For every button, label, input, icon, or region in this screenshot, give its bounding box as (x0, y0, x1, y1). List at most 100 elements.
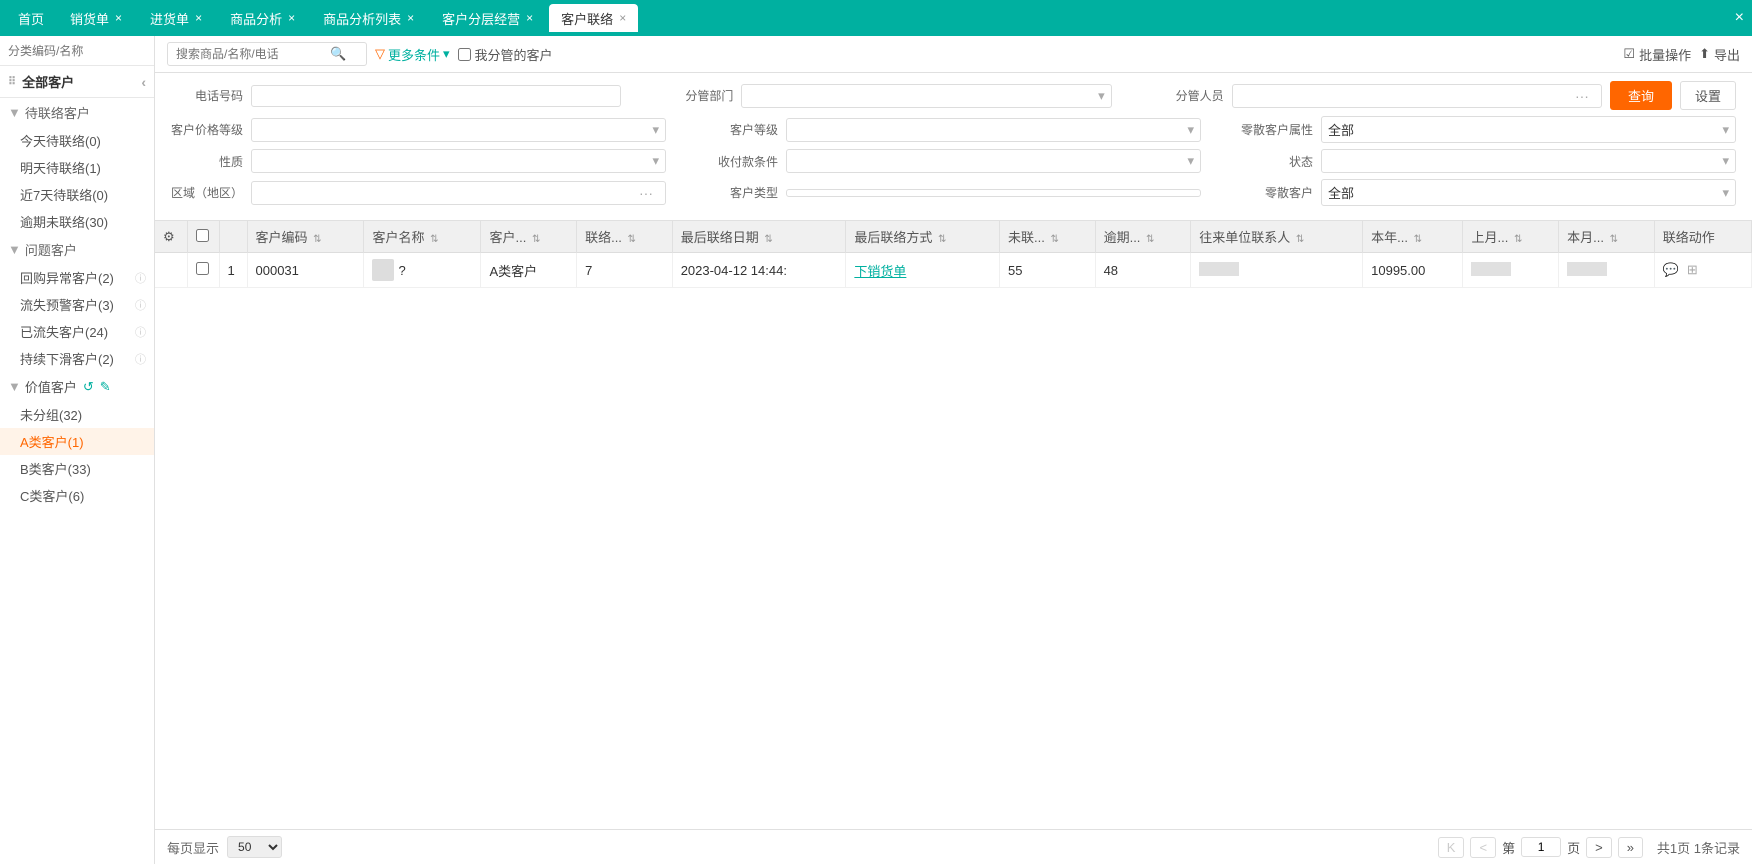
filter-search-icon[interactable]: 🔍 (330, 46, 346, 62)
content-area: 🔍 ▽ 更多条件 ▾ 我分管的客户 ☑ 批量操作 ⬆ 导出 (155, 36, 1752, 864)
col-last-month[interactable]: 上月... ⇅ (1463, 221, 1559, 253)
price-grade-select[interactable]: ▾ (251, 118, 666, 142)
sidebar: 🔍 ⠿ 全部客户 ‹ ▼ 待联络客户 今天待联络(0) 明天待联络(1) 近7天… (0, 36, 155, 864)
page-number-input[interactable] (1521, 837, 1561, 857)
col-last-contact-method[interactable]: 最后联络方式 ⇅ (846, 221, 1000, 253)
table-row: 1 000031 ? A类客户 (155, 253, 1752, 288)
retail-attr-select[interactable]: 全部 ▾ (1321, 116, 1736, 143)
payment-label: 收付款条件 (706, 153, 786, 170)
close-icon[interactable]: × (407, 11, 414, 25)
chevron-down-icon: ▾ (1098, 88, 1105, 104)
col-contacts[interactable]: 联络... ⇅ (577, 221, 673, 253)
sidebar-search-input[interactable] (8, 44, 155, 58)
sidebar-item-seven-days[interactable]: 近7天待联络(0) (0, 181, 154, 208)
retail-customer-select[interactable]: 全部 ▾ (1321, 179, 1736, 206)
filter-retail-customer-field: 零散客户 全部 ▾ (1241, 179, 1736, 206)
filter-more-button[interactable]: ▽ 更多条件 ▾ (375, 45, 450, 64)
avatar (372, 259, 394, 281)
col-overdue[interactable]: 逾期... ⇅ (1095, 221, 1191, 253)
sidebar-item-class-b[interactable]: B类客户(33) (0, 455, 154, 482)
filter-customer-grade-field: 客户等级 ▾ (706, 118, 1201, 142)
col-unit-contact[interactable]: 往来单位联系人 ⇅ (1191, 221, 1363, 253)
sidebar-item-loss-risk[interactable]: 流失预警客户(3) ⓘ (0, 291, 154, 318)
total-records-label: 共1页 1条记录 (1657, 838, 1740, 857)
tab-product-analysis[interactable]: 商品分析 × (218, 4, 307, 32)
col-this-year[interactable]: 本年... ⇅ (1363, 221, 1463, 253)
unit-contact-placeholder (1199, 262, 1239, 276)
customer-grade-select[interactable]: ▾ (786, 118, 1201, 142)
col-no-contact[interactable]: 未联... ⇅ (999, 221, 1095, 253)
sidebar-item-repeat-abnormal[interactable]: 回购异常客户(2) ⓘ (0, 264, 154, 291)
nav-home[interactable]: 首页 (8, 9, 54, 28)
more-icon[interactable]: ··· (1569, 88, 1595, 104)
sidebar-item-tomorrow[interactable]: 明天待联络(1) (0, 154, 154, 181)
per-page-select[interactable]: 50 100 200 (227, 836, 282, 858)
next-page-button[interactable]: > (1586, 837, 1612, 858)
window-close-icon[interactable]: × (1735, 9, 1744, 27)
row-checkbox[interactable] (196, 262, 209, 275)
batch-ops-button[interactable]: ☑ 批量操作 (1623, 45, 1691, 64)
export-button[interactable]: ⬆ 导出 (1699, 45, 1740, 64)
status-select[interactable]: ▾ (1321, 149, 1736, 173)
close-icon[interactable]: × (195, 11, 202, 25)
filter-search-input[interactable] (176, 47, 326, 61)
col-type[interactable]: 客户... ⇅ (481, 221, 577, 253)
tab-customer-contact[interactable]: 客户联络 × (549, 4, 638, 32)
filter-price-grade-field: 客户价格等级 ▾ (171, 118, 666, 142)
my-customers-checkbox[interactable] (458, 48, 471, 61)
select-all-checkbox[interactable] (196, 229, 209, 242)
row-no-contact-cell: 55 (999, 253, 1095, 288)
filter-status-field: 状态 ▾ (1241, 149, 1736, 173)
query-button[interactable]: 查询 (1610, 81, 1672, 110)
more-icon[interactable]: ··· (633, 185, 659, 201)
close-icon[interactable]: × (526, 11, 533, 25)
settings-icon[interactable]: ⚙ (163, 229, 175, 244)
phone-input[interactable] (251, 85, 621, 107)
close-icon[interactable]: × (619, 11, 626, 25)
property-select[interactable]: ▾ (251, 149, 666, 173)
all-customers-label[interactable]: 全部客户 (22, 72, 74, 91)
payment-select[interactable]: ▾ (786, 149, 1201, 173)
sidebar-item-today[interactable]: 今天待联络(0) (0, 127, 154, 154)
customer-grade-label: 客户等级 (706, 121, 786, 138)
edit-icon[interactable]: ✎ (100, 379, 111, 395)
first-page-button[interactable]: K (1438, 837, 1465, 858)
grid-action-icon[interactable]: ⊞ (1687, 262, 1698, 278)
col-this-month[interactable]: 本月... ⇅ (1559, 221, 1655, 253)
settings-button[interactable]: 设置 (1680, 81, 1736, 110)
customer-type-select[interactable] (786, 189, 1201, 197)
last-contact-method-link[interactable]: 下销货单 (854, 264, 906, 279)
refresh-icon[interactable]: ↺ (83, 379, 94, 395)
tab-purchase-order[interactable]: 进货单 × (138, 4, 214, 32)
col-name[interactable]: 客户名称 ⇅ (364, 221, 481, 253)
dept-select[interactable]: ▾ (741, 84, 1111, 108)
col-code[interactable]: 客户编码 ⇅ (247, 221, 364, 253)
sidebar-item-overdue[interactable]: 逾期未联络(30) (0, 208, 154, 235)
col-last-contact-date[interactable]: 最后联络日期 ⇅ (672, 221, 846, 253)
status-label: 状态 (1241, 153, 1321, 170)
row-this-month-cell (1559, 253, 1655, 288)
chat-action-icon[interactable]: 💬 (1663, 262, 1679, 278)
top-nav: 首页 销货单 × 进货单 × 商品分析 × 商品分析列表 × 客户分层经营 × … (0, 0, 1752, 36)
sidebar-item-class-c[interactable]: C类客户(6) (0, 482, 154, 509)
sidebar-collapse-icon[interactable]: ‹ (141, 74, 146, 90)
tab-sales-order[interactable]: 销货单 × (58, 4, 134, 32)
row-this-year-cell: 10995.00 (1363, 253, 1463, 288)
sidebar-item-already-lost[interactable]: 已流失客户(24) ⓘ (0, 318, 154, 345)
manager-select[interactable]: ··· (1232, 84, 1602, 108)
phone-label: 电话号码 (171, 87, 251, 104)
grid-icon: ⠿ (8, 75, 16, 88)
sidebar-item-continuous-drop[interactable]: 持续下滑客户(2) ⓘ (0, 345, 154, 372)
prev-page-button[interactable]: < (1470, 837, 1496, 858)
close-icon[interactable]: × (288, 11, 295, 25)
tab-customer-segment[interactable]: 客户分层经营 × (430, 4, 545, 32)
tab-product-analysis-list[interactable]: 商品分析列表 × (311, 4, 426, 32)
close-icon[interactable]: × (115, 11, 122, 25)
last-page-button[interactable]: » (1618, 837, 1643, 858)
region-select[interactable]: ··· (251, 181, 666, 205)
checkbox-icon: ☑ (1623, 46, 1635, 62)
chevron-down-icon: ▾ (1722, 185, 1729, 201)
sidebar-item-unclassified[interactable]: 未分组(32) (0, 401, 154, 428)
col-settings[interactable]: ⚙ (155, 221, 187, 253)
sidebar-item-class-a[interactable]: A类客户(1) (0, 428, 154, 455)
